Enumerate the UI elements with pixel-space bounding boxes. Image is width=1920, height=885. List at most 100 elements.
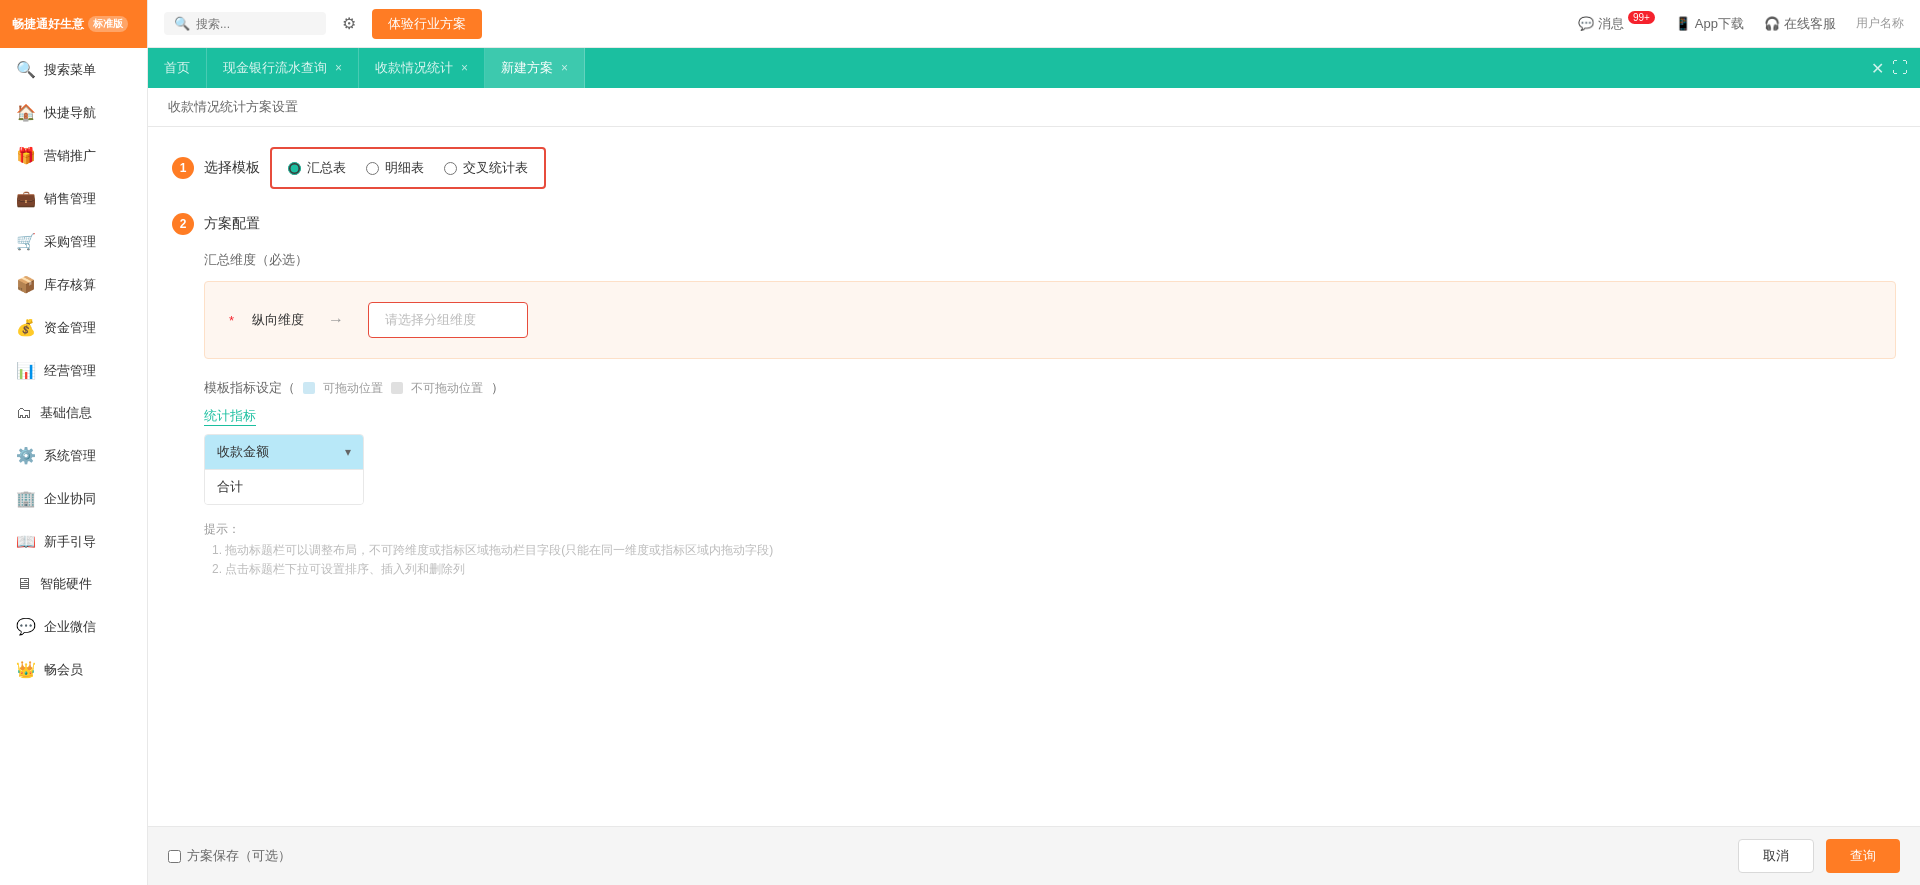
cancel-button[interactable]: 取消	[1738, 839, 1814, 873]
tab-bar-right: ✕ ⛶	[1859, 48, 1920, 88]
metrics-config-close-paren: ）	[491, 379, 504, 397]
download-icon: 📱	[1675, 16, 1691, 31]
save-checkbox-label: 方案保存（可选）	[187, 847, 291, 865]
vertical-dim-select[interactable]: 请选择分组维度	[368, 302, 528, 338]
username-display: 用户名称	[1856, 15, 1904, 32]
metrics-table: 收款金额 ▾ 合计	[204, 434, 364, 505]
service-icon: 🎧	[1764, 16, 1780, 31]
search-icon: 🔍	[16, 60, 36, 79]
basicinfo-icon: 🗂	[16, 404, 32, 422]
app-download-label: App下载	[1695, 15, 1744, 33]
trial-industry-button[interactable]: 体验行业方案	[372, 9, 482, 39]
step1-header: 1 选择模板 汇总表 明细表 交叉统计表	[172, 147, 1896, 189]
tab-bar: 首页 现金银行流水查询 × 收款情况统计 × 新建方案 × ✕ ⛶	[148, 48, 1920, 88]
quicknav-icon: 🏠	[16, 103, 36, 122]
sidebar-item-member[interactable]: 👑 畅会员	[0, 648, 147, 691]
tab-collection[interactable]: 收款情况统计 ×	[359, 48, 485, 88]
bottom-actions: 取消 查询	[1738, 839, 1900, 873]
bottom-bar: 方案保存（可选） 取消 查询	[148, 826, 1920, 885]
sidebar-label-sales: 销售管理	[44, 190, 96, 208]
sales-icon: 💼	[16, 189, 36, 208]
sidebar-label-corp: 企业协同	[44, 490, 96, 508]
notification-button[interactable]: 💬 消息 99+	[1578, 15, 1655, 33]
hint-area: 提示： 1. 拖动标题栏可以调整布局，不可跨维度或指标区域拖动栏目字段(只能在同…	[204, 521, 1896, 578]
hint-title: 提示：	[204, 521, 1896, 538]
sidebar-label-basicinfo: 基础信息	[40, 404, 92, 422]
metrics-section: 模板指标设定（ 可拖动位置 不可拖动位置 ） 统计指标 收	[204, 379, 1896, 505]
finance-icon: 💰	[16, 318, 36, 337]
statistics-metrics-label: 统计指标	[204, 408, 256, 423]
sidebar-item-wechat[interactable]: 💬 企业微信	[0, 605, 147, 648]
sidebar-item-guide[interactable]: 📖 新手引导	[0, 520, 147, 563]
tab-bank[interactable]: 现金银行流水查询 ×	[207, 48, 359, 88]
tab-new-plan-close[interactable]: ×	[561, 61, 568, 75]
metrics-config-label: 模板指标设定（	[204, 379, 295, 397]
member-icon: 👑	[16, 660, 36, 679]
sidebar-item-corp[interactable]: 🏢 企业协同	[0, 477, 147, 520]
draggable-label: 可拖动位置	[323, 380, 383, 397]
wechat-icon: 💬	[16, 617, 36, 636]
sidebar-item-marketing[interactable]: 🎁 营销推广	[0, 134, 147, 177]
sidebar-item-hardware[interactable]: 🖥 智能硬件	[0, 563, 147, 605]
radio-detail-input[interactable]	[366, 162, 379, 175]
sidebar-item-sysadmin[interactable]: ⚙️ 系统管理	[0, 434, 147, 477]
breadcrumb: 收款情况统计方案设置	[148, 88, 1920, 127]
sidebar-item-purchase[interactable]: 🛒 采购管理	[0, 220, 147, 263]
sidebar-item-basicinfo[interactable]: 🗂 基础信息	[0, 392, 147, 434]
sidebar-label-member: 畅会员	[44, 661, 83, 679]
sidebar-item-quicknav[interactable]: 🏠 快捷导航	[0, 91, 147, 134]
sidebar-label-inventory: 库存核算	[44, 276, 96, 294]
form-area: 1 选择模板 汇总表 明细表 交叉统计表	[148, 127, 1920, 826]
sidebar-label-purchase: 采购管理	[44, 233, 96, 251]
template-radio-group: 汇总表 明细表 交叉统计表	[270, 147, 546, 189]
breadcrumb-text: 收款情况统计方案设置	[168, 99, 298, 114]
step2-section: 2 方案配置 汇总维度（必选） * 纵向维度 → 请选择分组维度	[172, 213, 1896, 578]
metrics-col-dropdown-icon[interactable]: ▾	[345, 445, 351, 459]
notification-label: 消息	[1598, 15, 1624, 33]
app-download-button[interactable]: 📱 App下载	[1675, 15, 1744, 33]
save-checkbox[interactable]	[168, 850, 181, 863]
step2-title: 方案配置	[204, 215, 260, 233]
online-service-button[interactable]: 🎧 在线客服	[1764, 15, 1836, 33]
radio-cross-input[interactable]	[444, 162, 457, 175]
sidebar-item-inventory[interactable]: 📦 库存核算	[0, 263, 147, 306]
radio-cross-label: 交叉统计表	[463, 159, 528, 177]
hint-item-2: 2. 点击标题栏下拉可设置排序、插入列和删除列	[204, 561, 1896, 578]
query-button[interactable]: 查询	[1826, 839, 1900, 873]
sidebar-label-operation: 经营管理	[44, 362, 96, 380]
tab-new-plan[interactable]: 新建方案 ×	[485, 48, 585, 88]
step2-header: 2 方案配置	[172, 213, 1896, 235]
tab-close-all-icon[interactable]: ✕	[1871, 59, 1884, 78]
tab-home[interactable]: 首页	[148, 48, 207, 88]
marketing-icon: 🎁	[16, 146, 36, 165]
settings-icon[interactable]: ⚙	[342, 14, 356, 33]
radio-detail[interactable]: 明细表	[366, 159, 424, 177]
header-search-box[interactable]: 🔍	[164, 12, 326, 35]
hardware-icon: 🖥	[16, 575, 32, 593]
arrow-icon: →	[328, 311, 344, 329]
top-header: 🔍 ⚙ 体验行业方案 💬 消息 99+ 📱 App下载 🎧 在线客服 用户名称	[148, 0, 1920, 48]
tab-collection-label: 收款情况统计	[375, 59, 453, 77]
sidebar-item-finance[interactable]: 💰 资金管理	[0, 306, 147, 349]
step1-title: 选择模板	[204, 159, 260, 177]
notification-icon: 💬	[1578, 16, 1594, 31]
tab-collection-close[interactable]: ×	[461, 61, 468, 75]
sidebar-label-finance: 资金管理	[44, 319, 96, 337]
tab-bank-close[interactable]: ×	[335, 61, 342, 75]
inventory-icon: 📦	[16, 275, 36, 294]
sidebar-item-search[interactable]: 🔍 搜索菜单	[0, 48, 147, 91]
step2-num: 2	[172, 213, 194, 235]
sidebar-item-sales[interactable]: 💼 销售管理	[0, 177, 147, 220]
logo-text: 畅捷通好生意	[12, 16, 84, 33]
radio-summary[interactable]: 汇总表	[288, 159, 346, 177]
radio-summary-input[interactable]	[288, 162, 301, 175]
radio-detail-label: 明细表	[385, 159, 424, 177]
radio-cross[interactable]: 交叉统计表	[444, 159, 528, 177]
notification-badge: 99+	[1628, 11, 1655, 24]
sidebar-item-operation[interactable]: 📊 经营管理	[0, 349, 147, 392]
metrics-col-data-row: 合计	[205, 469, 363, 504]
tab-maximize-icon[interactable]: ⛶	[1892, 59, 1908, 77]
sidebar-label-marketing: 营销推广	[44, 147, 96, 165]
dimension-section-label: 汇总维度（必选）	[204, 251, 1896, 269]
search-header-input[interactable]	[196, 17, 316, 31]
